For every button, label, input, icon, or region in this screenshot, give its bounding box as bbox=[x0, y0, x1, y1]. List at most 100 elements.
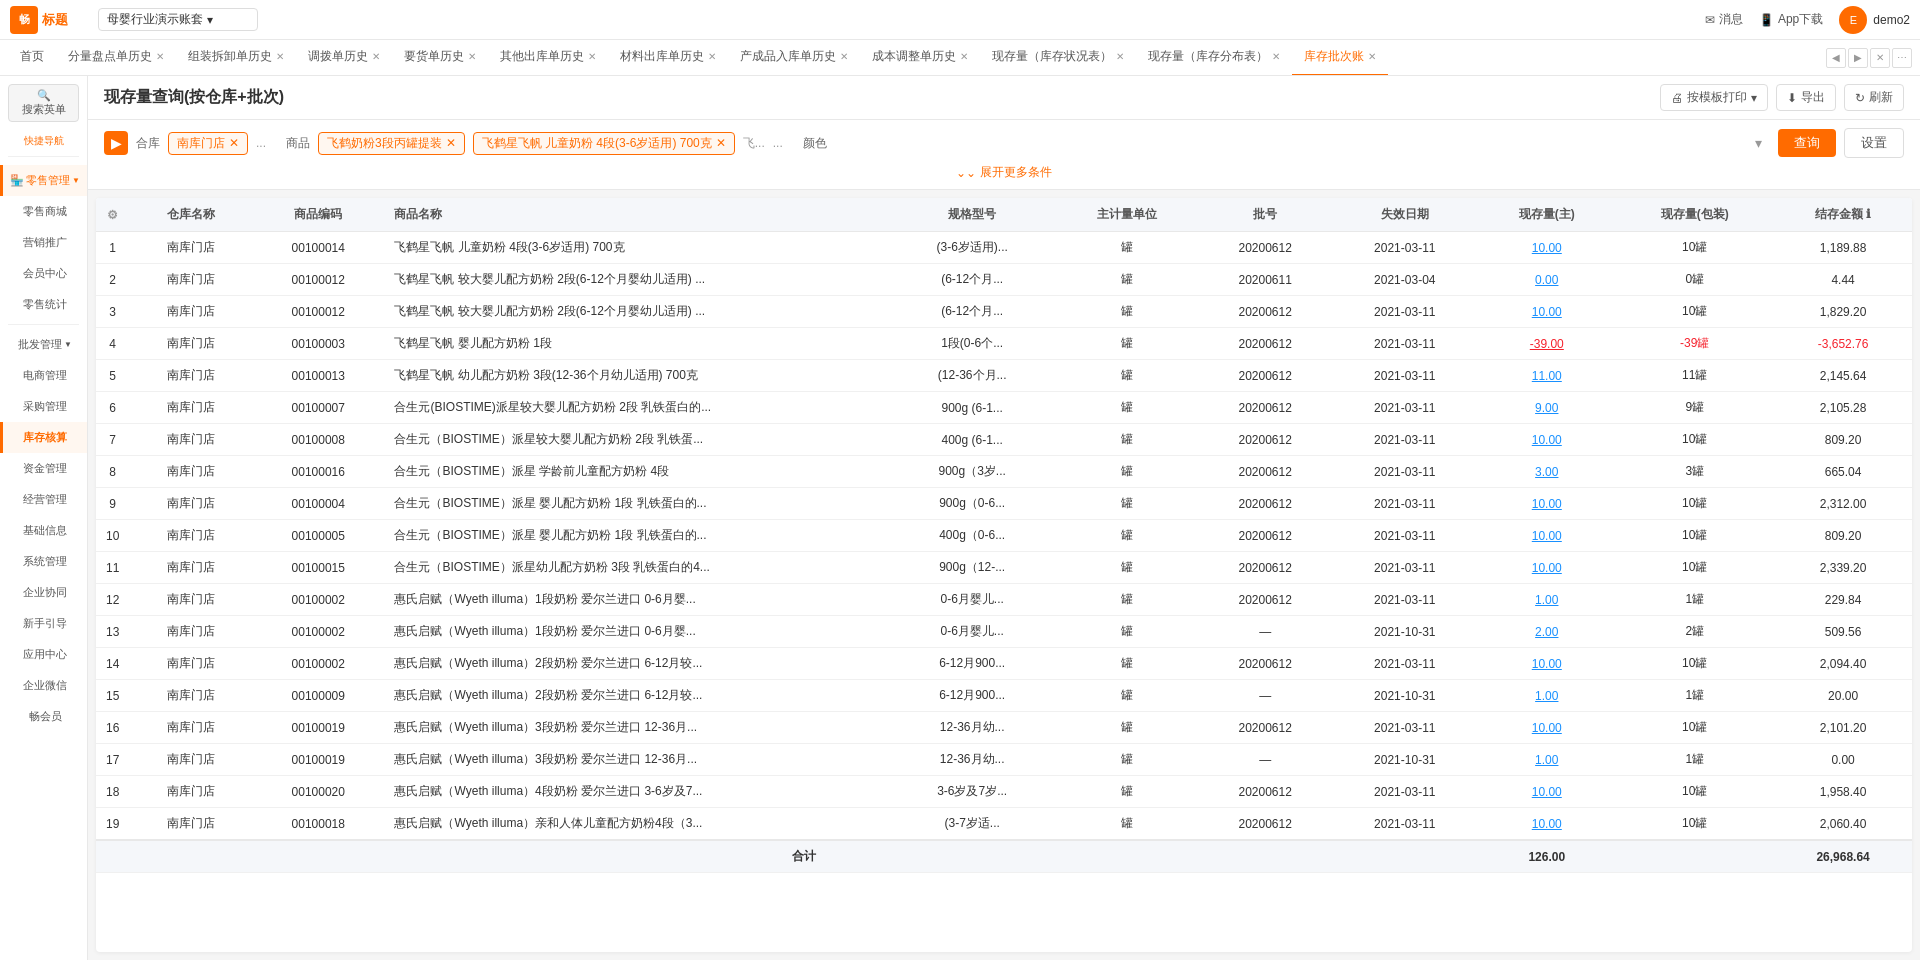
cell-balance: 229.84 bbox=[1774, 584, 1912, 616]
cell-qty-main[interactable]: 9.00 bbox=[1478, 392, 1615, 424]
print-button[interactable]: 🖨 按模板打印 ▾ bbox=[1660, 84, 1768, 111]
sidebar-item-member[interactable]: 畅会员 bbox=[0, 701, 87, 732]
tab-close-7[interactable]: ✕ bbox=[840, 51, 848, 62]
tab-close-10[interactable]: ✕ bbox=[1272, 51, 1280, 62]
tab-10[interactable]: 现存量（库存分布表） ✕ bbox=[1136, 40, 1292, 76]
color-label: 颜色 bbox=[803, 135, 827, 152]
tab-home[interactable]: 首页 bbox=[8, 40, 56, 76]
message-button[interactable]: ✉ 消息 bbox=[1705, 11, 1743, 28]
sidebar-item-wechat[interactable]: 企业微信 bbox=[0, 670, 87, 701]
sidebar-item-operations[interactable]: 经营管理 bbox=[0, 484, 87, 515]
warehouse-remove-icon[interactable]: ✕ bbox=[229, 136, 239, 150]
cell-qty-main[interactable]: 10.00 bbox=[1478, 648, 1615, 680]
cell-qty-main[interactable]: 10.00 bbox=[1478, 520, 1615, 552]
tab-4[interactable]: 要货单历史 ✕ bbox=[392, 40, 488, 76]
tab-2[interactable]: 组装拆卸单历史 ✕ bbox=[176, 40, 296, 76]
expand-filter-icon[interactable]: ▶ bbox=[104, 131, 128, 155]
cell-product-name: 惠氏启赋（Wyeth illuma）4段奶粉 爱尔兰进口 3-6岁及7... bbox=[384, 776, 889, 808]
search-button[interactable]: 🔍 搜索英单 bbox=[8, 84, 79, 122]
sidebar-item-guide[interactable]: 新手引导 bbox=[0, 608, 87, 639]
cell-batch: 20200611 bbox=[1199, 264, 1331, 296]
cell-unit: 罐 bbox=[1055, 648, 1199, 680]
table-settings-icon[interactable]: ⚙ bbox=[107, 208, 118, 222]
cell-qty-main[interactable]: 1.00 bbox=[1478, 680, 1615, 712]
tab-close-5[interactable]: ✕ bbox=[588, 51, 596, 62]
tab-close-6[interactable]: ✕ bbox=[708, 51, 716, 62]
tab-close-9[interactable]: ✕ bbox=[1116, 51, 1124, 62]
cell-qty-main[interactable]: 10.00 bbox=[1478, 488, 1615, 520]
cell-product-name: 飞鹤星飞帆 较大婴儿配方奶粉 2段(6-12个月婴幼儿适用) ... bbox=[384, 296, 889, 328]
product-remove-icon-2[interactable]: ✕ bbox=[716, 136, 726, 150]
product-ellipsis2[interactable]: ... bbox=[773, 136, 783, 150]
sidebar-item-app-center[interactable]: 应用中心 bbox=[0, 639, 87, 670]
tab-8[interactable]: 成本调整单历史 ✕ bbox=[860, 40, 980, 76]
tab-close-8[interactable]: ✕ bbox=[960, 51, 968, 62]
settings-button[interactable]: 设置 bbox=[1844, 128, 1904, 158]
sidebar-divider-top bbox=[8, 156, 79, 157]
sidebar-item-wholesale[interactable]: 批发管理▼ bbox=[0, 329, 87, 360]
query-button[interactable]: 查询 bbox=[1778, 129, 1836, 157]
tab-close-2[interactable]: ✕ bbox=[276, 51, 284, 62]
cell-qty-main[interactable]: 10.00 bbox=[1478, 776, 1615, 808]
sidebar-item-basic-info[interactable]: 基础信息 bbox=[0, 515, 87, 546]
tab-3[interactable]: 调拨单历史 ✕ bbox=[296, 40, 392, 76]
sidebar-item-retail-stats[interactable]: 零售统计 bbox=[0, 289, 87, 320]
sidebar-item-marketing[interactable]: 营销推广 bbox=[0, 227, 87, 258]
product-filter-tag-2[interactable]: 飞鹤星飞帆 儿童奶粉 4段(3-6岁适用) 700克 ✕ bbox=[473, 132, 735, 155]
product-ellipsis[interactable]: 飞... bbox=[743, 135, 765, 152]
tab-1[interactable]: 分量盘点单历史 ✕ bbox=[56, 40, 176, 76]
cell-expiry: 2021-03-11 bbox=[1331, 392, 1478, 424]
product-remove-icon-1[interactable]: ✕ bbox=[446, 136, 456, 150]
app-download-button[interactable]: 📱 App下载 bbox=[1759, 11, 1823, 28]
export-button[interactable]: ⬇ 导出 bbox=[1776, 84, 1836, 111]
message-label: 消息 bbox=[1719, 11, 1743, 28]
cell-qty-main[interactable]: 1.00 bbox=[1478, 744, 1615, 776]
tab-6[interactable]: 材料出库单历史 ✕ bbox=[608, 40, 728, 76]
sidebar-item-system[interactable]: 系统管理 bbox=[0, 546, 87, 577]
cell-qty-main[interactable]: 10.00 bbox=[1478, 424, 1615, 456]
sidebar-item-retail-mgmt[interactable]: 🏪零售管理▼ bbox=[0, 165, 87, 196]
tab-11[interactable]: 库存批次账 ✕ bbox=[1292, 40, 1388, 76]
cell-qty-main[interactable]: 10.00 bbox=[1478, 808, 1615, 841]
cell-qty-main[interactable]: 2.00 bbox=[1478, 616, 1615, 648]
warehouse-ellipsis[interactable]: ... bbox=[256, 136, 266, 150]
tab-close-1[interactable]: ✕ bbox=[156, 51, 164, 62]
cell-qty-main[interactable]: 10.00 bbox=[1478, 232, 1615, 264]
warehouse-filter-tag[interactable]: 南库门店 ✕ bbox=[168, 132, 248, 155]
tab-close-11[interactable]: ✕ bbox=[1368, 51, 1376, 62]
refresh-button[interactable]: ↻ 刷新 bbox=[1844, 84, 1904, 111]
cell-qty-main[interactable]: 11.00 bbox=[1478, 360, 1615, 392]
sidebar-item-retail-shop[interactable]: 零售商城 bbox=[0, 196, 87, 227]
sidebar-item-finance[interactable]: 资金管理 bbox=[0, 453, 87, 484]
tab-close-4[interactable]: ✕ bbox=[468, 51, 476, 62]
nav-prev-arrow[interactable]: ◀ bbox=[1826, 48, 1846, 68]
nav-close-all[interactable]: ✕ bbox=[1870, 48, 1890, 68]
workspace-selector[interactable]: 母婴行业演示账套 ▾ bbox=[98, 8, 258, 31]
color-dropdown-icon[interactable]: ▾ bbox=[1755, 135, 1762, 151]
cell-qty-main[interactable]: 10.00 bbox=[1478, 552, 1615, 584]
expand-more-conditions[interactable]: ⌄⌄ 展开更多条件 bbox=[104, 164, 1904, 181]
nav-more-arrow[interactable]: ⋯ bbox=[1892, 48, 1912, 68]
cell-qty-main[interactable]: 3.00 bbox=[1478, 456, 1615, 488]
quick-nav-label[interactable]: 快捷导航 bbox=[0, 130, 87, 152]
cell-qty-main[interactable]: 0.00 bbox=[1478, 264, 1615, 296]
tab-5[interactable]: 其他出库单历史 ✕ bbox=[488, 40, 608, 76]
tab-close-3[interactable]: ✕ bbox=[372, 51, 380, 62]
cell-qty-main[interactable]: -39.00 bbox=[1478, 328, 1615, 360]
nav-next-arrow[interactable]: ▶ bbox=[1848, 48, 1868, 68]
product-filter-tag-1[interactable]: 飞鹤奶粉3段丙罐提装 ✕ bbox=[318, 132, 465, 155]
cell-qty-main[interactable]: 1.00 bbox=[1478, 584, 1615, 616]
print-label: 按模板打印 bbox=[1687, 89, 1747, 106]
user-area[interactable]: E demo2 bbox=[1839, 6, 1910, 34]
sidebar-item-ecommerce[interactable]: 电商管理 bbox=[0, 360, 87, 391]
sidebar-item-member-center[interactable]: 会员中心 bbox=[0, 258, 87, 289]
cell-qty-main[interactable]: 10.00 bbox=[1478, 712, 1615, 744]
sidebar-item-inventory[interactable]: 库存核算 bbox=[0, 422, 87, 453]
tab-9[interactable]: 现存量（库存状况表） ✕ bbox=[980, 40, 1136, 76]
sidebar-item-enterprise[interactable]: 企业协同 bbox=[0, 577, 87, 608]
cell-idx: 2 bbox=[96, 264, 129, 296]
cell-qty-main[interactable]: 10.00 bbox=[1478, 296, 1615, 328]
sidebar-item-purchasing[interactable]: 采购管理 bbox=[0, 391, 87, 422]
tab-7[interactable]: 产成品入库单历史 ✕ bbox=[728, 40, 860, 76]
cell-idx: 4 bbox=[96, 328, 129, 360]
